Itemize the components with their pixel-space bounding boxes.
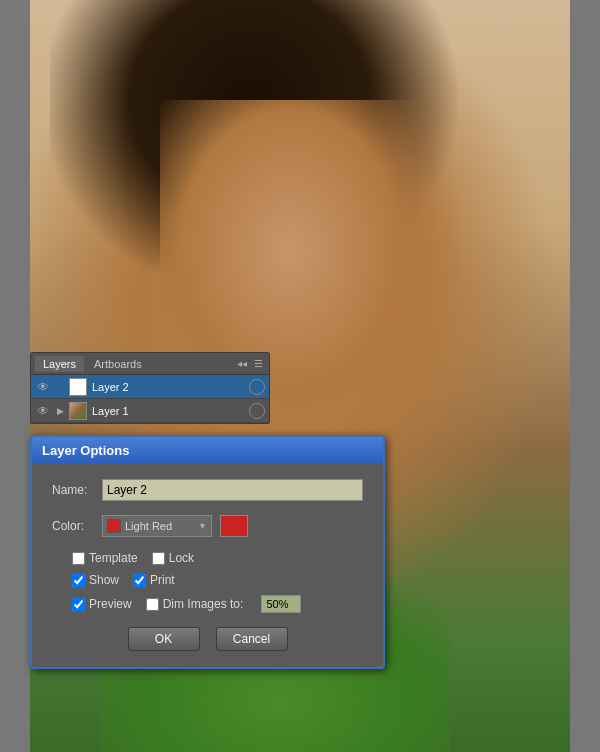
side-panel-right bbox=[570, 0, 600, 752]
name-row: Name: bbox=[52, 479, 363, 501]
preview-checkbox-item[interactable]: Preview bbox=[72, 597, 132, 611]
lock-checkbox[interactable] bbox=[152, 552, 165, 565]
layer-thumbnail bbox=[69, 402, 87, 420]
layer-name: Layer 2 bbox=[90, 381, 246, 393]
layer-row[interactable]: 👁 ▶ Layer 1 bbox=[31, 399, 269, 423]
lock-checkbox-item[interactable]: Lock bbox=[152, 551, 194, 565]
checkbox-row-show-print: Show Print bbox=[52, 573, 363, 587]
print-checkbox-item[interactable]: Print bbox=[133, 573, 175, 587]
template-checkbox-item[interactable]: Template bbox=[72, 551, 138, 565]
layers-panel-tabs: Layers Artboards bbox=[35, 356, 150, 372]
tab-artboards[interactable]: Artboards bbox=[86, 356, 150, 372]
layer-name-input[interactable] bbox=[102, 479, 363, 501]
layer-expand-icon[interactable]: ▶ bbox=[54, 405, 66, 417]
name-label: Name: bbox=[52, 483, 94, 497]
dialog-title: Layer Options bbox=[42, 443, 129, 458]
dialog-buttons: OK Cancel bbox=[52, 627, 363, 655]
layer-target-button[interactable] bbox=[249, 379, 265, 395]
preview-label: Preview bbox=[89, 597, 132, 611]
layers-panel-header: Layers Artboards ◂◂ ☰ bbox=[31, 353, 269, 375]
dim-images-label: Dim Images to: bbox=[163, 597, 244, 611]
color-label: Color: bbox=[52, 519, 94, 533]
template-label: Template bbox=[89, 551, 138, 565]
layer-panel-controls: ◂◂ ☰ bbox=[235, 357, 265, 371]
layer-visibility-icon[interactable]: 👁 bbox=[35, 403, 51, 419]
layer-row[interactable]: 👁 Layer 2 bbox=[31, 375, 269, 399]
layer-visibility-icon[interactable]: 👁 bbox=[35, 379, 51, 395]
panel-menu-button[interactable]: ☰ bbox=[251, 357, 265, 371]
panel-collapse-button[interactable]: ◂◂ bbox=[235, 357, 249, 371]
show-checkbox-item[interactable]: Show bbox=[72, 573, 119, 587]
cancel-button[interactable]: Cancel bbox=[216, 627, 288, 651]
color-name-text: Light Red bbox=[125, 520, 194, 532]
color-preview-box[interactable] bbox=[220, 515, 248, 537]
show-checkbox[interactable] bbox=[72, 574, 85, 587]
layers-list: 👁 Layer 2 👁 ▶ Layer 1 bbox=[31, 375, 269, 423]
dialog-body: Name: Color: Light Red ▼ Template bbox=[32, 463, 383, 667]
layers-panel: Layers Artboards ◂◂ ☰ 👁 Layer 2 👁 ▶ bbox=[30, 352, 270, 424]
lock-label: Lock bbox=[169, 551, 194, 565]
color-swatch-small bbox=[107, 519, 121, 533]
checkbox-row-template-lock: Template Lock bbox=[52, 551, 363, 565]
dim-value-input[interactable] bbox=[261, 595, 301, 613]
side-panel-left bbox=[0, 0, 30, 752]
color-dropdown[interactable]: Light Red ▼ bbox=[102, 515, 212, 537]
ok-button[interactable]: OK bbox=[128, 627, 200, 651]
template-checkbox[interactable] bbox=[72, 552, 85, 565]
canvas-area: Layers Artboards ◂◂ ☰ 👁 Layer 2 👁 ▶ bbox=[0, 0, 600, 752]
print-label: Print bbox=[150, 573, 175, 587]
dim-images-checkbox-item[interactable]: Dim Images to: bbox=[146, 597, 244, 611]
tab-layers[interactable]: Layers bbox=[35, 356, 84, 372]
color-row: Color: Light Red ▼ bbox=[52, 515, 363, 537]
dialog-titlebar: Layer Options bbox=[32, 437, 383, 463]
layer-target-button[interactable] bbox=[249, 403, 265, 419]
layer-options-dialog: Layer Options Name: Color: Light Red ▼ bbox=[30, 435, 385, 669]
preview-checkbox[interactable] bbox=[72, 598, 85, 611]
dropdown-arrow-icon: ▼ bbox=[198, 521, 207, 531]
print-checkbox[interactable] bbox=[133, 574, 146, 587]
checkbox-row-preview-dim: Preview Dim Images to: bbox=[52, 595, 363, 613]
layer-name: Layer 1 bbox=[90, 405, 246, 417]
layer-thumbnail bbox=[69, 378, 87, 396]
show-label: Show bbox=[89, 573, 119, 587]
dim-images-checkbox[interactable] bbox=[146, 598, 159, 611]
